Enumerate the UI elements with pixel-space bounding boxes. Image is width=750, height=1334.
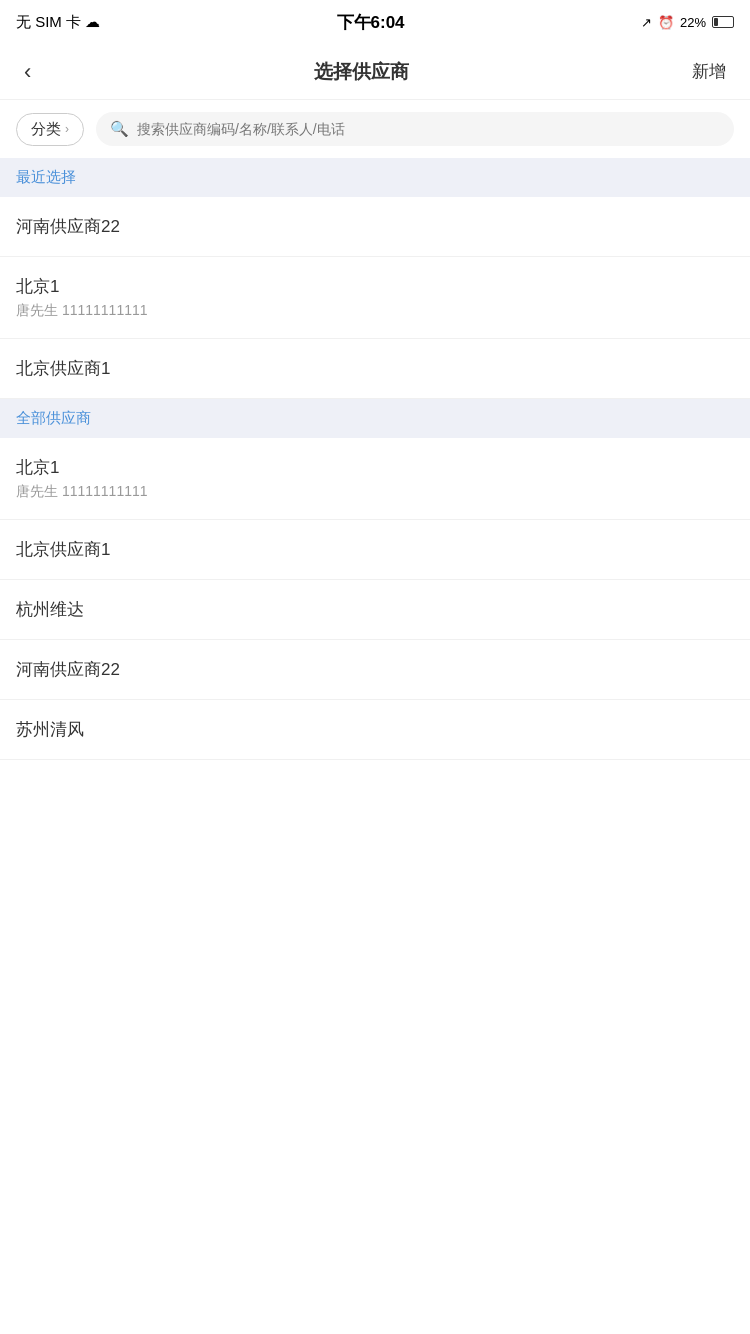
- all-section-header: 全部供应商: [0, 399, 750, 438]
- list-item[interactable]: 北京供应商1: [0, 520, 750, 580]
- list-item[interactable]: 北京1 唐先生 11111111111: [0, 438, 750, 520]
- recent-list: 河南供应商22 北京1 唐先生 11111111111 北京供应商1: [0, 197, 750, 399]
- nav-bar: ‹ 选择供应商 新增: [0, 44, 750, 100]
- recent-section-label: 最近选择: [16, 168, 76, 185]
- chevron-right-icon: ›: [65, 122, 69, 136]
- battery-icon: [712, 16, 734, 28]
- list-item[interactable]: 苏州清风: [0, 700, 750, 760]
- category-label: 分类: [31, 120, 61, 139]
- all-list: 北京1 唐先生 11111111111 北京供应商1 杭州维达河南供应商22 苏州清风: [0, 438, 750, 760]
- status-left: 无 SIM 卡 ☁: [16, 13, 100, 32]
- alarm-icon: ⏰: [658, 15, 674, 30]
- battery-percent: 22%: [680, 15, 706, 30]
- category-filter[interactable]: 分类 ›: [16, 113, 84, 146]
- back-button[interactable]: ‹: [16, 51, 39, 93]
- item-contact: 唐先生 11111111111: [16, 483, 734, 501]
- status-bar: 无 SIM 卡 ☁ 下午6:04 ↗ ⏰ 22%: [0, 0, 750, 44]
- list-item[interactable]: 杭州维达: [0, 580, 750, 640]
- item-name: 河南供应商22: [16, 215, 734, 238]
- location-icon: ↗: [641, 15, 652, 30]
- status-right: ↗ ⏰ 22%: [641, 15, 734, 30]
- item-name: 苏州清风: [16, 718, 734, 741]
- search-bar: 🔍: [96, 112, 734, 146]
- item-name: 北京供应商1: [16, 538, 734, 561]
- item-name: 北京1: [16, 275, 734, 298]
- all-section-label: 全部供应商: [16, 409, 91, 426]
- item-name: 北京1: [16, 456, 734, 479]
- recent-section-header: 最近选择: [0, 158, 750, 197]
- item-name: 杭州维达: [16, 598, 734, 621]
- list-item[interactable]: 北京1 唐先生 11111111111: [0, 257, 750, 339]
- list-item[interactable]: 北京供应商1: [0, 339, 750, 399]
- item-name: 北京供应商1: [16, 357, 734, 380]
- filter-bar: 分类 › 🔍: [0, 100, 750, 158]
- search-icon: 🔍: [110, 120, 129, 138]
- status-time: 下午6:04: [337, 11, 405, 34]
- search-input[interactable]: [137, 121, 720, 137]
- item-name: 河南供应商22: [16, 658, 734, 681]
- sim-label: 无 SIM 卡 ☁: [16, 13, 100, 32]
- item-contact: 唐先生 11111111111: [16, 302, 734, 320]
- page-title: 选择供应商: [314, 59, 409, 85]
- add-button[interactable]: 新增: [684, 52, 734, 91]
- list-item[interactable]: 河南供应商22: [0, 197, 750, 257]
- list-item[interactable]: 河南供应商22: [0, 640, 750, 700]
